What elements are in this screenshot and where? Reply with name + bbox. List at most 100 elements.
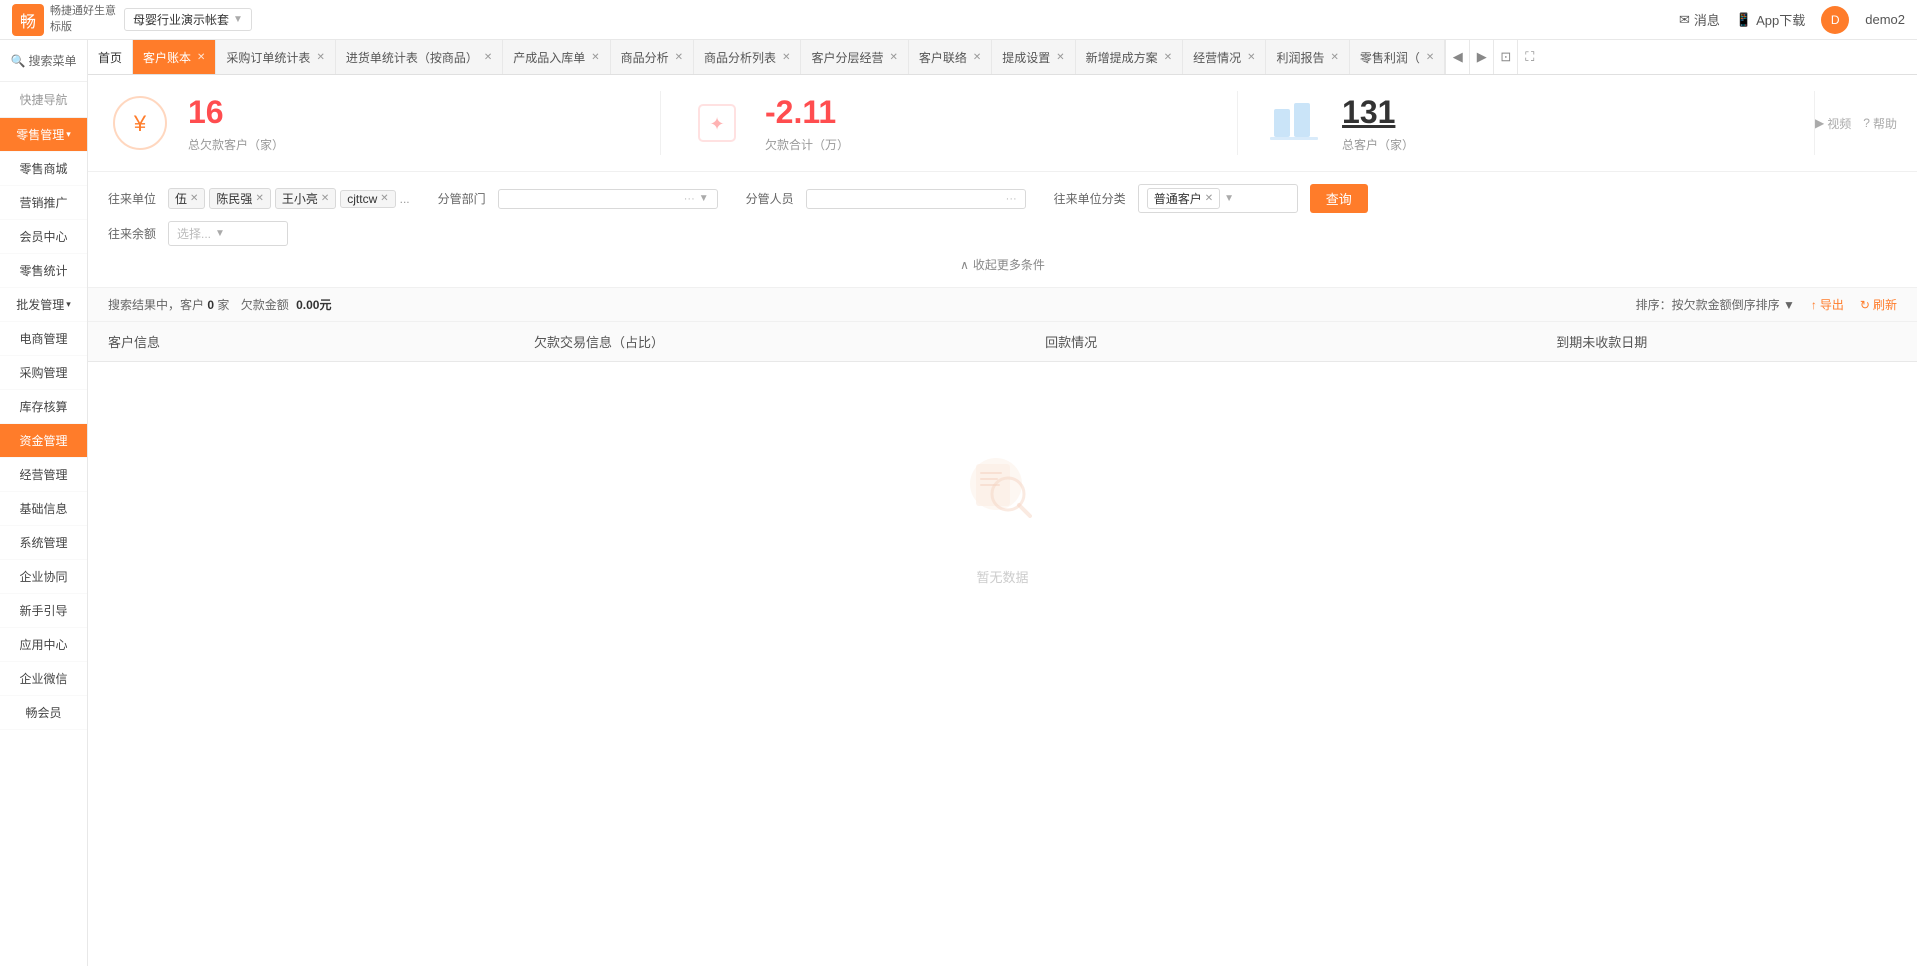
video-help-link[interactable]: ▶ 视频	[1815, 115, 1851, 132]
tab-nav-next[interactable]: ▶	[1469, 40, 1493, 74]
sidebar-item-chang-member[interactable]: 畅会员	[0, 696, 87, 730]
unit-tags-more[interactable]: ...	[400, 192, 410, 206]
unit-tag-wu: 伍 ✕	[168, 188, 205, 209]
remove-unit-chen[interactable]: ✕	[255, 193, 263, 204]
dept-filter-select[interactable]: ··· ▼	[498, 189, 718, 209]
sidebar-item-app-center[interactable]: 应用中心	[0, 628, 87, 662]
sidebar-item-label: 营销推广	[19, 196, 67, 210]
tab-new-suggest-plan[interactable]: 新增提成方案 ✕	[1076, 40, 1183, 74]
tab-close-icon[interactable]: ✕	[1056, 52, 1064, 63]
tab-purchase-order-stats[interactable]: 采购订单统计表 ✕	[216, 40, 335, 74]
tab-home[interactable]: 首页	[88, 40, 133, 74]
stat-total-customers-info: 131 总客户（家）	[1342, 93, 1414, 152]
export-icon: ↑	[1811, 298, 1817, 312]
tab-goods-analysis[interactable]: 商品分析 ✕	[611, 40, 694, 74]
tab-profit-report[interactable]: 利润报告 ✕	[1266, 40, 1349, 74]
balance-filter-input[interactable]: 选择... ▼	[168, 221, 288, 246]
tab-customer-connect[interactable]: 客户联络 ✕	[909, 40, 992, 74]
sidebar-item-label: 企业微信	[19, 672, 67, 686]
tab-suggest-settings[interactable]: 提成设置 ✕	[992, 40, 1075, 74]
remove-unit-wang[interactable]: ✕	[321, 193, 329, 204]
table-header: 客户信息 欠款交易信息（占比） 回款情况 到期未收款日期	[88, 322, 1917, 362]
tab-retail-profit[interactable]: 零售利润（ ✕	[1350, 40, 1445, 74]
avatar[interactable]: D	[1821, 6, 1849, 34]
sidebar-item-capital[interactable]: 资金管理	[0, 424, 87, 458]
tab-nav-fullscreen[interactable]: ⛶	[1517, 40, 1541, 74]
unit-class-filter-select[interactable]: 普通客户 ✕ ▼	[1138, 184, 1298, 213]
tab-close-icon[interactable]: ✕	[973, 52, 981, 63]
content-area: ¥ 16 总欠款客户（家） ✦	[88, 75, 1917, 966]
tab-goods-analysis-list[interactable]: 商品分析列表 ✕	[694, 40, 801, 74]
tab-close-icon[interactable]: ✕	[1247, 52, 1255, 63]
tab-close-icon[interactable]: ✕	[1426, 52, 1434, 63]
tab-close-icon[interactable]: ✕	[591, 52, 599, 63]
sidebar-item-retail-stats[interactable]: 零售统计	[0, 254, 87, 288]
sidebar-item-ecommerce[interactable]: 电商管理	[0, 322, 87, 356]
stat-total-customers: 131 总客户（家）	[1238, 91, 1815, 155]
sidebar-item-label: 会员中心	[19, 230, 67, 244]
remove-unit-cjttcw[interactable]: ✕	[380, 193, 388, 204]
tab-close-icon[interactable]: ✕	[484, 52, 492, 63]
top-bar-right: ✉ 消息 📱 App下载 D demo2	[1679, 6, 1905, 34]
tab-close-icon[interactable]: ✕	[1331, 52, 1339, 63]
app-download-button[interactable]: 📱 App下载	[1736, 10, 1805, 29]
tab-label: 利润报告	[1276, 49, 1324, 66]
sidebar-item-basic-info[interactable]: 基础信息	[0, 492, 87, 526]
tab-close-icon[interactable]: ✕	[889, 52, 897, 63]
tab-nav-prev[interactable]: ◀	[1445, 40, 1469, 74]
sidebar-item-marketing[interactable]: 营销推广	[0, 186, 87, 220]
tab-customer-book[interactable]: 客户账本 ✕	[133, 40, 216, 74]
sidebar-item-member-center[interactable]: 会员中心	[0, 220, 87, 254]
unit-filter-tags: 伍 ✕ 陈民强 ✕ 王小亮 ✕ cjttcw ✕	[168, 188, 410, 209]
collapse-button[interactable]: ∧ 收起更多条件	[108, 254, 1897, 275]
overdue-customers-icon: ¥	[108, 91, 172, 155]
sidebar-item-operation[interactable]: 经营管理	[0, 458, 87, 492]
tab-close-icon[interactable]: ✕	[675, 52, 683, 63]
tab-close-icon[interactable]: ✕	[782, 52, 790, 63]
org-selector[interactable]: 母婴行业演示帐套 ▼	[124, 8, 252, 31]
search-menu-button[interactable]: 🔍 搜索菜单	[8, 48, 79, 73]
messages-button[interactable]: ✉ 消息	[1679, 10, 1720, 29]
sidebar-item-batch-mgmt[interactable]: 批发管理 ▾	[0, 288, 87, 322]
help-link[interactable]: ? 帮助	[1863, 115, 1897, 132]
sidebar-item-label: 库存核算	[19, 400, 67, 414]
query-button[interactable]: 查询	[1310, 184, 1368, 213]
balance-filter-label: 往来余额	[108, 225, 156, 242]
sidebar-item-label: 企业协同	[19, 570, 67, 584]
logo-icon: 畅	[12, 4, 44, 36]
sidebar-item-retail-mgmt[interactable]: 零售管理 ▾	[0, 118, 87, 152]
tab-instock-stats[interactable]: 进货单统计表（按商品） ✕	[336, 40, 503, 74]
tab-biz-situation[interactable]: 经营情况 ✕	[1183, 40, 1266, 74]
video-icon: ▶	[1815, 116, 1824, 130]
sidebar-item-purchase[interactable]: 采购管理	[0, 356, 87, 390]
sidebar-item-enterprise-coop[interactable]: 企业协同	[0, 560, 87, 594]
sidebar: 🔍 搜索菜单 快捷导航 零售管理 ▾ 零售商城 营销推广 会员中心 零售统计 批…	[0, 40, 88, 966]
tab-nav-more[interactable]: ⊡	[1493, 40, 1517, 74]
tab-produce-instock[interactable]: 产成品入库单 ✕	[503, 40, 610, 74]
unit-class-tag: 普通客户 ✕	[1147, 188, 1220, 209]
chevron-icon: ▾	[66, 129, 71, 140]
tab-label: 商品分析	[621, 49, 669, 66]
tab-close-icon[interactable]: ✕	[197, 52, 205, 63]
sidebar-item-system[interactable]: 系统管理	[0, 526, 87, 560]
right-content: 首页 客户账本 ✕ 采购订单统计表 ✕ 进货单统计表（按商品） ✕ 产成品入库单…	[88, 40, 1917, 966]
export-button[interactable]: ↑ 导出	[1811, 296, 1844, 313]
sidebar-item-enterprise-wechat[interactable]: 企业微信	[0, 662, 87, 696]
remove-unit-wu[interactable]: ✕	[190, 193, 198, 204]
tab-close-icon[interactable]: ✕	[1164, 52, 1172, 63]
sidebar-item-label: 批发管理	[16, 296, 64, 313]
remove-unit-class[interactable]: ✕	[1205, 193, 1213, 204]
person-filter-select[interactable]: ···	[806, 189, 1026, 209]
sidebar-item-new-guide[interactable]: 新手引导	[0, 594, 87, 628]
refresh-icon: ↻	[1860, 298, 1870, 312]
tab-close-icon[interactable]: ✕	[316, 52, 324, 63]
sidebar-item-label: 零售商城	[19, 162, 67, 176]
refresh-button[interactable]: ↻ 刷新	[1860, 296, 1897, 313]
tab-customer-segment[interactable]: 客户分层经营 ✕	[801, 40, 908, 74]
stat-overdue-customers: ¥ 16 总欠款客户（家）	[108, 91, 661, 155]
sidebar-item-label: 应用中心	[19, 638, 67, 652]
sidebar-item-inventory[interactable]: 库存核算	[0, 390, 87, 424]
message-icon: ✉	[1679, 12, 1690, 28]
sidebar-item-retail-mall[interactable]: 零售商城	[0, 152, 87, 186]
quick-nav-item[interactable]: 快捷导航	[0, 82, 87, 118]
